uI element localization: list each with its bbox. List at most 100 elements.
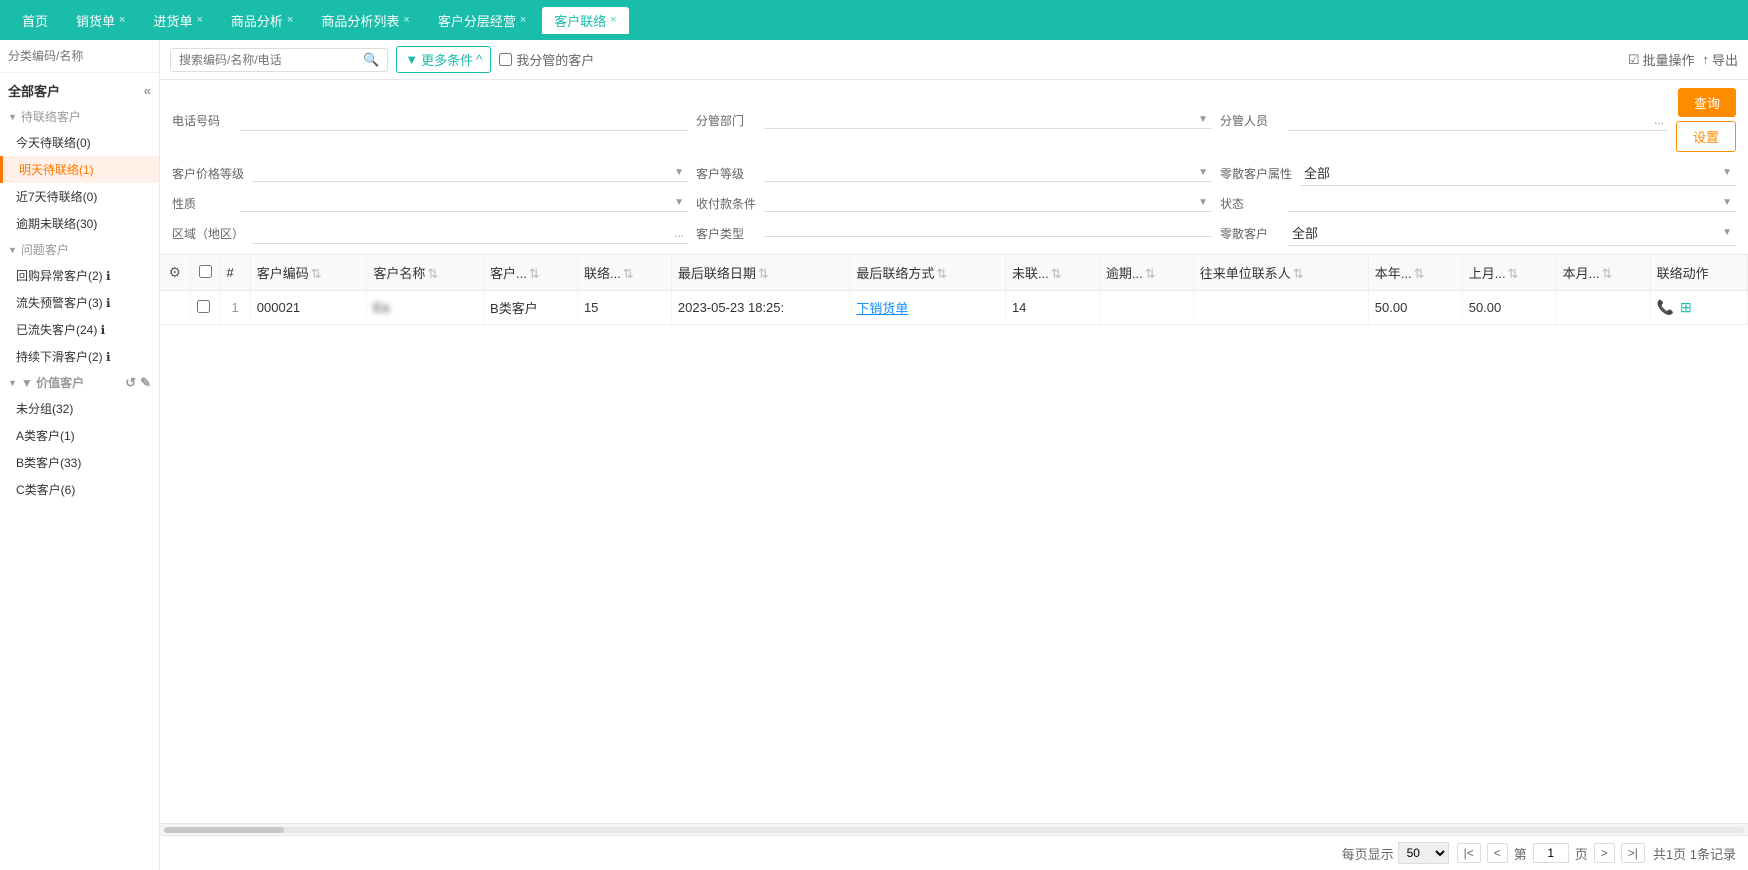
- sidebar-search-input[interactable]: [8, 49, 160, 63]
- more-action-icon[interactable]: ⊞: [1680, 299, 1692, 316]
- sidebar-item-7days[interactable]: 近7天待联络(0): [0, 183, 159, 210]
- prev-page-button[interactable]: <: [1487, 843, 1508, 863]
- retail-customer-select[interactable]: 全部▼: [1288, 220, 1736, 246]
- value-customer-icons: ↺ ✎: [125, 375, 151, 391]
- filter-row-price-grade: 客户价格等级 ▼: [172, 160, 688, 186]
- first-page-button[interactable]: |<: [1457, 843, 1481, 863]
- my-customers-checkbox-area[interactable]: 我分管的客户: [499, 50, 594, 69]
- batch-ops-label: 批量操作: [1642, 50, 1694, 69]
- phone-input[interactable]: [240, 110, 688, 131]
- filter-row-phone: 电话号码: [172, 88, 688, 152]
- query-button[interactable]: 查询: [1678, 88, 1736, 117]
- export-icon: ↑: [1702, 52, 1709, 67]
- payment-select[interactable]: ▼: [764, 194, 1212, 212]
- reset-button[interactable]: 设置: [1676, 121, 1736, 152]
- group-problem-customers: 问题客户: [0, 237, 159, 262]
- table-row: 1 000021 Ea B类客户 15 2023-05-23 18:25: 下销…: [160, 291, 1748, 325]
- price-grade-select[interactable]: ▼: [252, 164, 688, 182]
- sidebar-item-declining[interactable]: 持续下滑客户(2) ℹ: [0, 343, 159, 370]
- filter-row-nature: 性质 ▼: [172, 194, 688, 212]
- action-icons: 📞 ⊞: [1657, 299, 1741, 316]
- filter-btn-label: 更多条件: [421, 50, 473, 69]
- table-header-row: ⚙ # 客户编码⇅ 客户名称⇅ 客户...⇅ 联络...⇅ 最后联络日期⇅ 最后…: [160, 255, 1748, 291]
- nav-purchase-order[interactable]: 进货单 ×: [141, 7, 214, 34]
- td-unreached: 14: [1005, 291, 1099, 325]
- sidebar-item-b-type[interactable]: B类客户(33): [0, 449, 159, 476]
- all-customers-header: 全部客户 «: [0, 73, 159, 104]
- top-navigation: 首页 销货单 × 进货单 × 商品分析 × 商品分析列表 × 客户分层经营 × …: [0, 0, 1748, 40]
- th-code: 客户编码⇅: [250, 255, 367, 291]
- edit-icon[interactable]: ✎: [140, 375, 151, 391]
- sidebar-item-a-type[interactable]: A类客户(1): [0, 422, 159, 449]
- nav-sales-order[interactable]: 销货单 ×: [64, 7, 137, 34]
- retail-attr-label: 零散客户属性: [1220, 165, 1292, 182]
- nav-product-analysis[interactable]: 商品分析 ×: [219, 7, 305, 34]
- filter-panel: 电话号码 分管部门 ▼ 分管人员 ... 查询 设置: [160, 80, 1748, 255]
- check-icon: ☑: [1628, 52, 1640, 68]
- close-icon[interactable]: ×: [196, 14, 202, 26]
- status-select[interactable]: ▼: [1288, 194, 1736, 212]
- close-icon[interactable]: ×: [610, 14, 616, 26]
- td-contact: 15: [577, 291, 671, 325]
- chevron-icon: ^: [476, 52, 482, 67]
- nav-customer-contact[interactable]: 客户联络 ×: [542, 7, 628, 34]
- sidebar-item-repurchase[interactable]: 回购异常客户(2) ℹ: [0, 262, 159, 289]
- phone-action-icon[interactable]: 📞: [1657, 299, 1674, 316]
- nature-select[interactable]: ▼: [240, 194, 688, 212]
- select-all-checkbox[interactable]: [199, 265, 212, 278]
- customer-grade-select[interactable]: ▼: [764, 164, 1212, 182]
- sidebar-item-tomorrow[interactable]: 明天待联络(1): [0, 156, 159, 183]
- all-customers-label: 全部客户: [8, 81, 60, 100]
- row-checkbox[interactable]: [197, 300, 210, 313]
- customer-type-select[interactable]: [764, 230, 1212, 237]
- last-method-link[interactable]: 下销货单: [856, 301, 908, 316]
- retail-attr-select[interactable]: 全部▼: [1300, 160, 1736, 186]
- filter-icon: ▼: [405, 52, 418, 67]
- sidebar-item-churn-warning[interactable]: 流失预警客户(3) ℹ: [0, 289, 159, 316]
- sidebar-item-overdue[interactable]: 逾期未联络(30): [0, 210, 159, 237]
- close-icon[interactable]: ×: [287, 14, 293, 26]
- nav-home[interactable]: 首页: [10, 7, 60, 34]
- person-select[interactable]: ...: [1288, 110, 1668, 131]
- export-button[interactable]: ↑ 导出: [1702, 50, 1738, 69]
- last-page-button[interactable]: >|: [1621, 843, 1645, 863]
- my-customers-checkbox[interactable]: [499, 53, 512, 66]
- refresh-icon[interactable]: ↺: [125, 375, 136, 391]
- th-seq: #: [220, 255, 250, 291]
- nav-customer-segmentation[interactable]: 客户分层经营 ×: [426, 7, 538, 34]
- horizontal-scrollbar[interactable]: [160, 823, 1748, 835]
- collapse-icon[interactable]: «: [144, 83, 151, 98]
- sidebar-item-ungrouped[interactable]: 未分组(32): [0, 395, 159, 422]
- area-select[interactable]: ...: [252, 223, 688, 244]
- table-body: 1 000021 Ea B类客户 15 2023-05-23 18:25: 下销…: [160, 291, 1748, 325]
- th-last-month: 上月...⇅: [1462, 255, 1556, 291]
- per-page-select[interactable]: 50 100 200: [1398, 842, 1449, 864]
- dept-select[interactable]: ▼: [764, 111, 1212, 129]
- batch-ops-button[interactable]: ☑ 批量操作: [1628, 50, 1695, 69]
- close-icon[interactable]: ×: [403, 14, 409, 26]
- close-icon[interactable]: ×: [119, 14, 125, 26]
- filter-row-person: 分管人员 ... 查询 设置: [1220, 88, 1736, 152]
- per-page-label: 每页显示: [1342, 844, 1394, 863]
- sidebar-item-churned[interactable]: 已流失客户(24) ℹ: [0, 316, 159, 343]
- sidebar-item-c-type[interactable]: C类客户(6): [0, 476, 159, 503]
- sidebar-item-today[interactable]: 今天待联络(0): [0, 129, 159, 156]
- td-checkbox: [190, 291, 220, 325]
- customer-name-blurred: Ea: [373, 300, 389, 315]
- nature-label: 性质: [172, 195, 232, 212]
- next-page-button[interactable]: >: [1594, 843, 1615, 863]
- status-label: 状态: [1220, 195, 1280, 212]
- close-icon[interactable]: ×: [520, 14, 526, 26]
- pagination-nav: |< < 第 页 > >|: [1457, 843, 1645, 863]
- page-number-input[interactable]: [1533, 843, 1569, 863]
- nav-product-analysis-list[interactable]: 商品分析列表 ×: [309, 7, 421, 34]
- th-contact: 联络...⇅: [577, 255, 671, 291]
- scroll-thumb[interactable]: [164, 827, 284, 833]
- group-value-customers-header: ▼ 价值客户 ↺ ✎: [0, 370, 159, 395]
- more-filters-button[interactable]: ▼ 更多条件 ^: [396, 46, 491, 73]
- gear-icon[interactable]: ⚙: [168, 264, 181, 280]
- th-unreached: 未联...⇅: [1005, 255, 1099, 291]
- search-icon[interactable]: 🔍: [363, 52, 379, 68]
- th-unit-contact: 往来单位联系人⇅: [1193, 255, 1368, 291]
- search-input[interactable]: [179, 53, 359, 67]
